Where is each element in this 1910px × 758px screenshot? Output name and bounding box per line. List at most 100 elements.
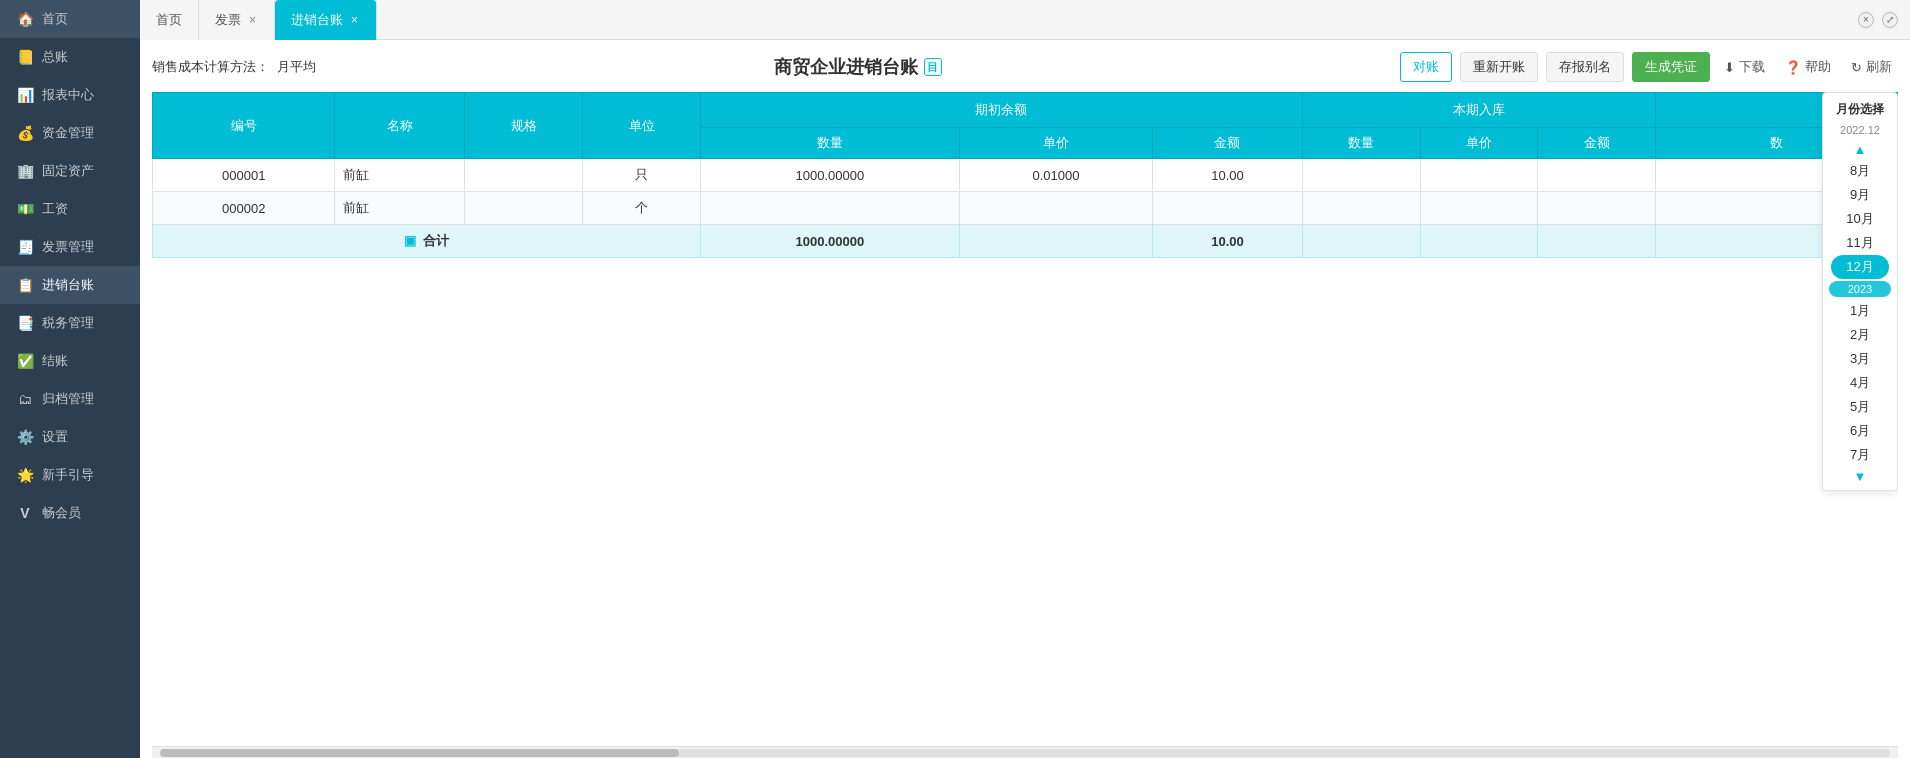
scroll-thumb[interactable] bbox=[160, 749, 679, 757]
save-as-button[interactable]: 存报别名 bbox=[1546, 52, 1624, 82]
sidebar-item-checkout[interactable]: ✅ 结账 bbox=[0, 342, 140, 380]
home-icon: 🏠 bbox=[16, 11, 34, 27]
month-item-6[interactable]: 6月 bbox=[1823, 419, 1897, 443]
col-header-opening: 期初余额 bbox=[700, 93, 1302, 128]
col-header-id: 编号 bbox=[153, 93, 335, 159]
month-item-12[interactable]: 12月 bbox=[1831, 255, 1889, 279]
month-item-2[interactable]: 2月 bbox=[1823, 323, 1897, 347]
tax-icon: 📑 bbox=[16, 315, 34, 331]
month-item-11[interactable]: 11月 bbox=[1823, 231, 1897, 255]
scroll-track bbox=[160, 749, 1890, 757]
year-2023-label: 2023 bbox=[1829, 281, 1891, 297]
month-nav-down[interactable]: ▼ bbox=[1823, 467, 1897, 486]
month-item-4[interactable]: 4月 bbox=[1823, 371, 1897, 395]
checkout-icon: ✅ bbox=[16, 353, 34, 369]
sidebar-item-wages[interactable]: 💵 工资 bbox=[0, 190, 140, 228]
col-header-name: 名称 bbox=[335, 93, 465, 159]
month-item-3[interactable]: 3月 bbox=[1823, 347, 1897, 371]
cost-method: 销售成本计算方法： 月平均 bbox=[152, 58, 316, 76]
tab-purchase-sales[interactable]: 进销台账 × bbox=[275, 0, 377, 40]
guide-icon: 🌟 bbox=[16, 467, 34, 483]
invoice-icon: 🧾 bbox=[16, 239, 34, 255]
sidebar: 🏠 首页 📒 总账 📊 报表中心 💰 资金管理 🏢 固定资产 💵 工资 🧾 发票… bbox=[0, 0, 140, 758]
total-opening-price bbox=[959, 225, 1152, 258]
total-instock-price bbox=[1420, 225, 1538, 258]
col-header-opening-amount: 金额 bbox=[1153, 128, 1303, 159]
cell-instock-amount bbox=[1538, 159, 1656, 192]
month-item-10[interactable]: 10月 bbox=[1823, 207, 1897, 231]
window-controls: × ⤢ bbox=[1846, 12, 1910, 28]
col-header-instock-amount: 金额 bbox=[1538, 128, 1656, 159]
sidebar-item-vip[interactable]: V 畅会员 bbox=[0, 494, 140, 532]
sidebar-item-guide[interactable]: 🌟 新手引导 bbox=[0, 456, 140, 494]
reconcile-button[interactable]: 对账 bbox=[1400, 52, 1452, 82]
month-item-7[interactable]: 7月 bbox=[1823, 443, 1897, 467]
tab-home[interactable]: 首页 bbox=[140, 0, 199, 40]
horizontal-scrollbar[interactable] bbox=[152, 746, 1898, 758]
cell-opening-qty bbox=[700, 192, 959, 225]
cell-id: 000002 bbox=[153, 192, 335, 225]
cell-opening-amount bbox=[1153, 192, 1303, 225]
cell-opening-price bbox=[959, 192, 1152, 225]
sidebar-item-ledger[interactable]: 📒 总账 bbox=[0, 38, 140, 76]
generate-button[interactable]: 生成凭证 bbox=[1632, 52, 1710, 82]
cell-instock-qty bbox=[1302, 159, 1420, 192]
total-label-cell: ▣ 合计 bbox=[153, 225, 701, 258]
main-area: 首页 发票 × 进销台账 × × ⤢ 销售成本计算方法： 月平均 商贸企业进销台… bbox=[140, 0, 1910, 758]
sidebar-item-archive[interactable]: 🗂 归档管理 bbox=[0, 380, 140, 418]
month-item-9[interactable]: 9月 bbox=[1823, 183, 1897, 207]
col-header-instock-qty: 数量 bbox=[1302, 128, 1420, 159]
table-row: 000001 前缸 只 1000.00000 0.01000 10.00 bbox=[153, 159, 1898, 192]
sidebar-item-reports[interactable]: 📊 报表中心 bbox=[0, 76, 140, 114]
window-maximize-button[interactable]: ⤢ bbox=[1882, 12, 1898, 28]
ledger-icon: 📒 bbox=[16, 49, 34, 65]
tab-purchase-sales-close[interactable]: × bbox=[349, 13, 360, 27]
total-instock-qty bbox=[1302, 225, 1420, 258]
month-item-8[interactable]: 8月 bbox=[1823, 159, 1897, 183]
cell-instock-qty bbox=[1302, 192, 1420, 225]
col-header-instock: 本期入库 bbox=[1302, 93, 1655, 128]
total-opening-qty: 1000.00000 bbox=[700, 225, 959, 258]
col-header-spec: 规格 bbox=[465, 93, 583, 159]
reopen-button[interactable]: 重新开账 bbox=[1460, 52, 1538, 82]
month-nav-up[interactable]: ▲ bbox=[1823, 140, 1897, 159]
month-item-1[interactable]: 1月 bbox=[1823, 299, 1897, 323]
cell-spec bbox=[465, 192, 583, 225]
table-container: 编号 名称 规格 单位 期初余额 本期入库 数量 单价 金额 数量 单价 bbox=[152, 92, 1898, 746]
settings-icon: ⚙️ bbox=[16, 429, 34, 445]
refresh-action[interactable]: ↻ 刷新 bbox=[1845, 54, 1898, 80]
col-header-opening-qty: 数量 bbox=[700, 128, 959, 159]
tab-invoice[interactable]: 发票 × bbox=[199, 0, 275, 40]
top-bar: 销售成本计算方法： 月平均 商贸企业进销台账 目 对账 重新开账 存报别名 生成… bbox=[152, 52, 1898, 82]
sidebar-item-invoice[interactable]: 🧾 发票管理 bbox=[0, 228, 140, 266]
cell-instock-amount bbox=[1538, 192, 1656, 225]
download-action[interactable]: ⬇ 下载 bbox=[1718, 54, 1771, 80]
sidebar-item-funds[interactable]: 💰 资金管理 bbox=[0, 114, 140, 152]
cell-instock-price bbox=[1420, 159, 1538, 192]
cell-spec bbox=[465, 159, 583, 192]
content-area: 销售成本计算方法： 月平均 商贸企业进销台账 目 对账 重新开账 存报别名 生成… bbox=[140, 40, 1910, 758]
sidebar-item-assets[interactable]: 🏢 固定资产 bbox=[0, 152, 140, 190]
total-label: 合计 bbox=[423, 233, 449, 248]
cell-opening-qty: 1000.00000 bbox=[700, 159, 959, 192]
archive-icon: 🗂 bbox=[16, 391, 34, 407]
cell-opening-price: 0.01000 bbox=[959, 159, 1152, 192]
cell-opening-amount: 10.00 bbox=[1153, 159, 1303, 192]
window-close-button[interactable]: × bbox=[1858, 12, 1874, 28]
help-action[interactable]: ❓ 帮助 bbox=[1779, 54, 1837, 80]
sidebar-item-home[interactable]: 🏠 首页 bbox=[0, 0, 140, 38]
total-instock-amount bbox=[1538, 225, 1656, 258]
help-icon: ❓ bbox=[1785, 60, 1801, 75]
col-header-instock-price: 单价 bbox=[1420, 128, 1538, 159]
sidebar-item-settings[interactable]: ⚙️ 设置 bbox=[0, 418, 140, 456]
sidebar-item-purchase-sales[interactable]: 📋 进销台账 bbox=[0, 266, 140, 304]
total-opening-amount: 10.00 bbox=[1153, 225, 1303, 258]
cell-name: 前缸 bbox=[335, 159, 465, 192]
sidebar-item-tax[interactable]: 📑 税务管理 bbox=[0, 304, 140, 342]
table-row: 000002 前缸 个 bbox=[153, 192, 1898, 225]
cell-unit: 个 bbox=[583, 192, 701, 225]
month-item-5[interactable]: 5月 bbox=[1823, 395, 1897, 419]
reports-icon: 📊 bbox=[16, 87, 34, 103]
tab-invoice-close[interactable]: × bbox=[247, 13, 258, 27]
page-title-info-icon[interactable]: 目 bbox=[924, 58, 942, 76]
